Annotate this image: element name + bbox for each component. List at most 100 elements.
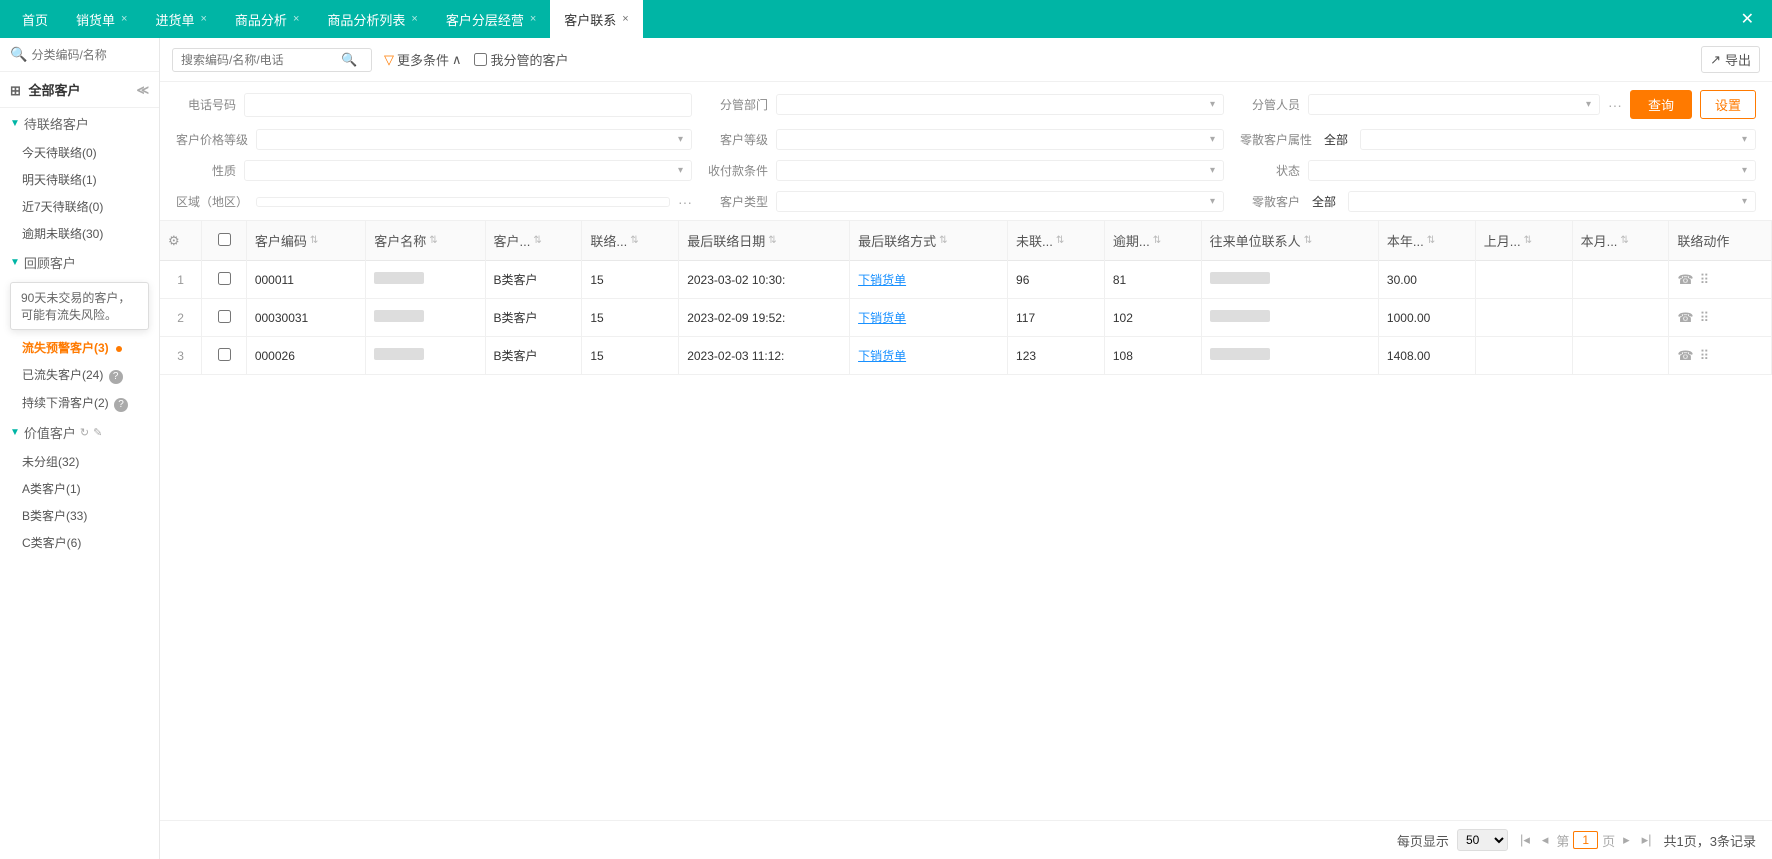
nav-product-analysis[interactable]: 商品分析 ×: [221, 0, 313, 38]
th-overdue[interactable]: 逾期... ⇅: [1104, 221, 1201, 261]
cell-last-way-0[interactable]: 下销货单: [850, 261, 1008, 299]
cell-action-1[interactable]: ☎ ⠿: [1669, 299, 1772, 337]
filter-phone-input[interactable]: [244, 93, 692, 117]
filter-search-button[interactable]: 🔍: [341, 52, 357, 68]
th-type[interactable]: 客户... ⇅: [485, 221, 582, 261]
action-phone-icon-2[interactable]: ☎: [1677, 348, 1693, 364]
my-customers-checkbox[interactable]: 我分管的客户: [474, 50, 569, 69]
cell-check-0[interactable]: [202, 261, 247, 299]
sidebar-item-today[interactable]: 今天待联络(0): [0, 139, 159, 166]
action-phone-icon-0[interactable]: ☎: [1677, 272, 1693, 288]
prev-page-button[interactable]: ◂: [1538, 830, 1553, 850]
nav-purchase[interactable]: 进货单 ×: [141, 0, 220, 38]
nav-customer-segment[interactable]: 客户分层经营 ×: [432, 0, 550, 38]
action-more-icon-0[interactable]: ⠿: [1700, 272, 1710, 288]
row-checkbox-2[interactable]: [218, 348, 231, 361]
th-last-way[interactable]: 最后联络方式 ⇅: [850, 221, 1008, 261]
first-page-button[interactable]: |◂: [1516, 830, 1534, 850]
filter-customer-type-select[interactable]: ▾: [776, 191, 1224, 212]
settings-button[interactable]: 设置: [1700, 90, 1756, 119]
th-name[interactable]: 客户名称 ⇅: [366, 221, 485, 261]
filter-status-select[interactable]: ▾: [1308, 160, 1756, 181]
sidebar-group-pending[interactable]: ▼ 待联络客户: [0, 108, 159, 139]
sidebar-item-tomorrow[interactable]: 明天待联络(1): [0, 166, 159, 193]
nav-customer-contact[interactable]: 客户联系 ×: [550, 0, 642, 38]
nav-customer-contact-close[interactable]: ×: [622, 13, 628, 25]
sidebar-item-7days[interactable]: 近7天待联络(0): [0, 193, 159, 220]
sidebar-item-b-class[interactable]: B类客户(33): [0, 502, 159, 529]
export-icon: ↗: [1710, 52, 1721, 68]
action-more-icon-2[interactable]: ⠿: [1700, 348, 1710, 364]
nav-purchase-close[interactable]: ×: [200, 13, 206, 25]
nav-product-analysis-list[interactable]: 商品分析列表 ×: [313, 0, 431, 38]
nav-sales-close[interactable]: ×: [121, 13, 127, 25]
export-button[interactable]: ↗ 导出: [1701, 46, 1760, 73]
filter-retail-attr-select[interactable]: ▾: [1360, 129, 1756, 150]
th-this-month[interactable]: 本月... ⇅: [1572, 221, 1669, 261]
filter-search-input[interactable]: [181, 53, 341, 67]
last-page-button[interactable]: ▸|: [1638, 830, 1656, 850]
th-code[interactable]: 客户编码 ⇅: [246, 221, 365, 261]
sidebar: 🔍 ⊞ 全部客户 ≪ ▼ 待联络客户 今天待联络(0) 明天待联络(1) 近7天…: [0, 38, 160, 859]
th-un-contact[interactable]: 未联... ⇅: [1008, 221, 1105, 261]
nav-customer-segment-close[interactable]: ×: [530, 13, 536, 25]
per-page-select[interactable]: 50 100 200: [1457, 829, 1508, 851]
edit-icon[interactable]: ✎: [93, 426, 102, 439]
filter-retail-customer-select[interactable]: ▾: [1348, 191, 1756, 212]
th-checkbox[interactable]: [202, 221, 247, 261]
my-customers-check[interactable]: [474, 53, 487, 66]
window-close-button[interactable]: ✕: [1731, 9, 1764, 29]
sidebar-search-box[interactable]: 🔍: [0, 38, 159, 72]
sidebar-item-churned[interactable]: 已流失客户(24) ?: [0, 361, 159, 389]
filter-region-select[interactable]: [256, 197, 670, 207]
th-contact[interactable]: 联络... ⇅: [582, 221, 679, 261]
filter-manager-select[interactable]: ▾: [1308, 94, 1600, 115]
cell-check-2[interactable]: [202, 337, 247, 375]
cell-last-way-1[interactable]: 下销货单: [850, 299, 1008, 337]
sidebar-item-churn-warning[interactable]: 流失预警客户(3): [0, 334, 159, 361]
filter-price-grade-select[interactable]: ▾: [256, 129, 692, 150]
sidebar-item-c-class[interactable]: C类客户(6): [0, 529, 159, 556]
nav-product-analysis-list-close[interactable]: ×: [411, 13, 417, 25]
more-conditions-button[interactable]: ▽ 更多条件 ∧: [384, 50, 462, 69]
th-this-year[interactable]: 本年... ⇅: [1378, 221, 1475, 261]
nav-home[interactable]: 首页: [8, 0, 62, 38]
th-contacts[interactable]: 往来单位联系人 ⇅: [1201, 221, 1378, 261]
sidebar-group-value[interactable]: ▼ 价值客户 ↻ ✎: [0, 417, 159, 448]
cell-action-0[interactable]: ☎ ⠿: [1669, 261, 1772, 299]
sidebar-all-customers[interactable]: ⊞ 全部客户 ≪: [0, 72, 159, 108]
nav-sales[interactable]: 销货单 ×: [62, 0, 141, 38]
select-all-checkbox[interactable]: [218, 233, 231, 246]
dots-more-manager[interactable]: ···: [1608, 97, 1622, 113]
sidebar-group-review[interactable]: ▼ 回顾客户: [0, 247, 159, 278]
cell-un-contact-1: 117: [1008, 299, 1105, 337]
row-checkbox-0[interactable]: [218, 272, 231, 285]
cell-action-2[interactable]: ☎ ⠿: [1669, 337, 1772, 375]
gear-icon[interactable]: ⚙: [168, 233, 180, 248]
filter-nature-select[interactable]: ▾: [244, 160, 692, 181]
refresh-icon[interactable]: ↻: [80, 426, 89, 439]
next-page-button[interactable]: ▸: [1619, 830, 1634, 850]
sidebar-item-ungroup[interactable]: 未分组(32): [0, 448, 159, 475]
nav-product-analysis-close[interactable]: ×: [293, 13, 299, 25]
sidebar-item-overdue[interactable]: 逾期未联络(30): [0, 220, 159, 247]
filter-search-box[interactable]: 🔍: [172, 48, 372, 72]
chevron-down-icon-cg: ▾: [1210, 134, 1215, 145]
row-checkbox-1[interactable]: [218, 310, 231, 323]
th-last-month[interactable]: 上月... ⇅: [1475, 221, 1572, 261]
filter-payment-select[interactable]: ▾: [776, 160, 1224, 181]
filter-dept-select[interactable]: ▾: [776, 94, 1224, 115]
action-more-icon-1[interactable]: ⠿: [1700, 310, 1710, 326]
cell-last-way-2[interactable]: 下销货单: [850, 337, 1008, 375]
action-phone-icon-1[interactable]: ☎: [1677, 310, 1693, 326]
query-button[interactable]: 查询: [1630, 90, 1692, 119]
dots-more-region[interactable]: ···: [678, 194, 692, 210]
cell-check-1[interactable]: [202, 299, 247, 337]
th-settings[interactable]: ⚙: [160, 221, 202, 261]
th-last-date[interactable]: 最后联络日期 ⇅: [679, 221, 850, 261]
sidebar-item-declining[interactable]: 持续下滑客户(2) ?: [0, 389, 159, 417]
sidebar-search-input[interactable]: [31, 48, 149, 62]
sidebar-item-a-class[interactable]: A类客户(1): [0, 475, 159, 502]
filter-customer-grade-select[interactable]: ▾: [776, 129, 1224, 150]
th-contact-label: 联络...: [590, 231, 627, 250]
